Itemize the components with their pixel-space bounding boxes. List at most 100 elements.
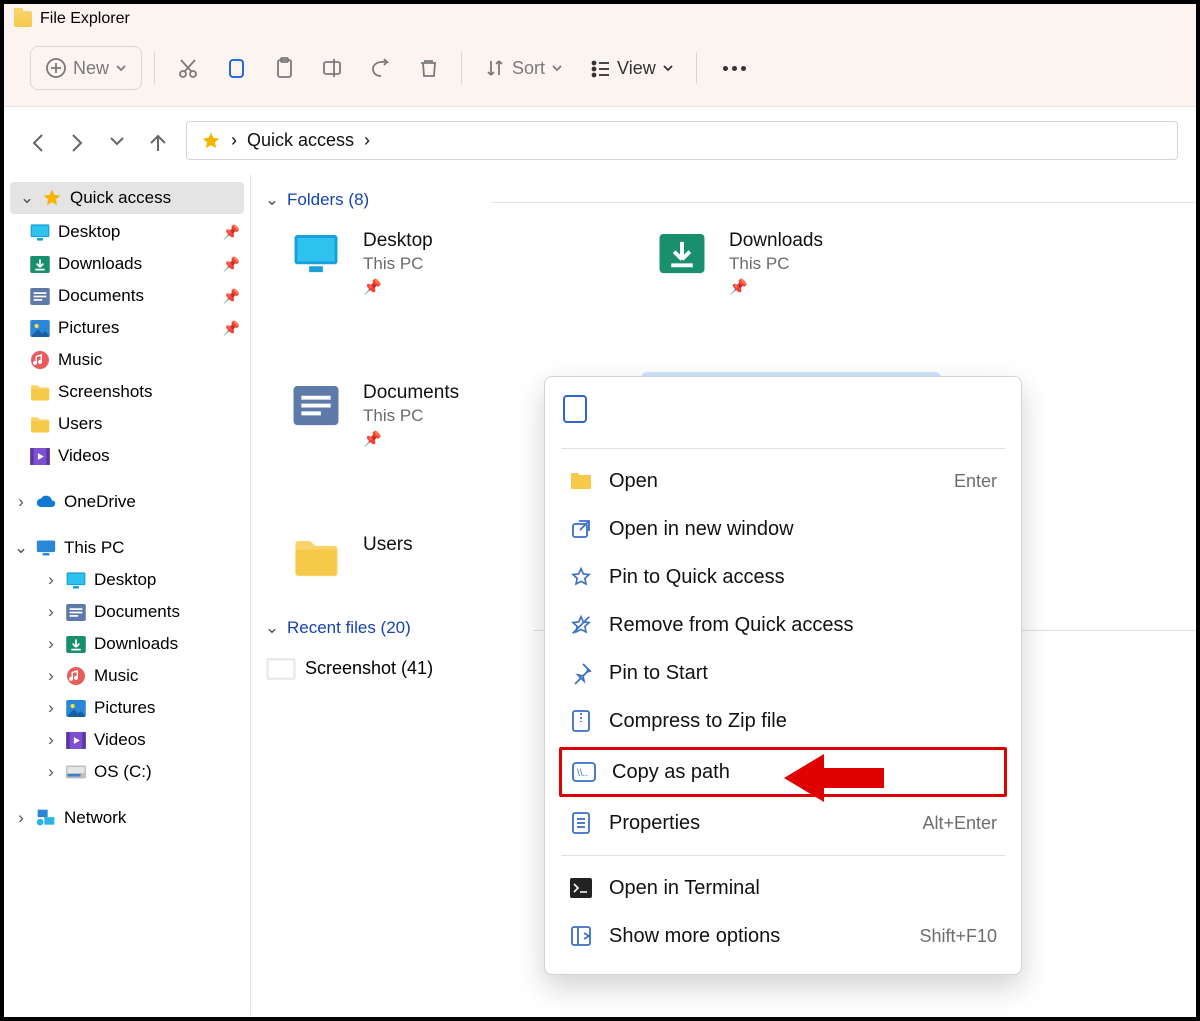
path-icon: \\..: [572, 760, 596, 784]
view-button[interactable]: View: [579, 49, 684, 87]
download-icon: [653, 230, 711, 278]
folder-location: This PC: [363, 254, 433, 274]
toolbar: New Sort View: [4, 34, 1196, 107]
back-button[interactable]: [26, 130, 48, 152]
sidebar-item-pictures[interactable]: Pictures📌: [4, 312, 250, 344]
sidebar-label: Videos: [58, 446, 110, 466]
folder-tile-users[interactable]: Users: [275, 524, 575, 592]
more-button[interactable]: [709, 66, 760, 71]
paste-button[interactable]: [263, 49, 305, 87]
pin-icon: 📌: [223, 256, 240, 273]
copy-button[interactable]: [215, 49, 257, 87]
delete-button[interactable]: [407, 49, 449, 87]
nav-row: › Quick access ›: [4, 107, 1196, 174]
folder-tile-desktop[interactable]: DesktopThis PC📌: [275, 220, 575, 306]
rename-icon: [321, 57, 343, 79]
sidebar-item-downloads[interactable]: › Downloads: [4, 628, 250, 660]
recent-dropdown[interactable]: [106, 130, 128, 152]
chevron-right-icon: ›: [44, 634, 58, 654]
forward-button[interactable]: [66, 130, 88, 152]
videos-icon: [66, 730, 86, 750]
document-icon: [66, 602, 86, 622]
copy-icon[interactable]: [563, 395, 587, 423]
context-item-open-in-new-window[interactable]: Open in new window: [551, 505, 1015, 553]
share-button[interactable]: [359, 49, 401, 87]
context-item-pin-to-start[interactable]: Pin to Start: [551, 649, 1015, 697]
sidebar-item-documents[interactable]: Documents📌: [4, 280, 250, 312]
pin-icon: 📌: [223, 320, 240, 337]
plus-circle-icon: [45, 57, 67, 79]
chevron-down-icon: [115, 62, 127, 74]
sidebar-item-videos[interactable]: ›Videos: [4, 724, 250, 756]
sidebar-item-desktop[interactable]: Desktop📌: [4, 216, 250, 248]
chevron-right-icon: ›: [44, 666, 58, 686]
sidebar-item-music[interactable]: ›Music: [4, 660, 250, 692]
new-button[interactable]: New: [30, 46, 142, 90]
breadcrumb-item[interactable]: Quick access: [247, 130, 354, 151]
copy-icon: [225, 57, 247, 79]
context-item-pin-to-quick-access[interactable]: Pin to Quick access: [551, 553, 1015, 601]
up-button[interactable]: [146, 130, 168, 152]
properties-icon: [569, 811, 593, 835]
sidebar-item-downloads[interactable]: Downloads 📌: [4, 248, 250, 280]
folder-icon: [569, 469, 593, 493]
folder-tile-documents[interactable]: DocumentsThis PC📌: [275, 372, 575, 458]
sidebar-label: Downloads: [94, 634, 178, 654]
divider: [696, 52, 697, 84]
context-item-show-more-options[interactable]: Show more optionsShift+F10: [551, 912, 1015, 960]
sidebar-item-screenshots[interactable]: Screenshots: [4, 376, 250, 408]
sidebar-item-desktop[interactable]: ›Desktop: [4, 564, 250, 596]
context-item-remove-from-quick-access[interactable]: Remove from Quick access: [551, 601, 1015, 649]
folder-name: Desktop: [363, 230, 433, 252]
context-item-open[interactable]: OpenEnter: [551, 457, 1015, 505]
sidebar-item-documents[interactable]: ›Documents: [4, 596, 250, 628]
scissors-icon: [177, 57, 199, 79]
sidebar-item-os-c-[interactable]: ›OS (C:): [4, 756, 250, 788]
pin-icon: 📌: [363, 430, 459, 448]
sidebar-item-onedrive[interactable]: › OneDrive: [4, 486, 250, 518]
sidebar-item-network[interactable]: › Network: [4, 802, 250, 834]
context-menu: OpenEnterOpen in new windowPin to Quick …: [544, 376, 1022, 975]
recent-section-header[interactable]: ⌄ Recent files (20): [263, 612, 413, 648]
chevron-down-icon: ⌄: [265, 190, 279, 210]
context-item-copy-as-path[interactable]: \\..Copy as path: [562, 750, 1004, 794]
download-icon: [30, 254, 50, 274]
folders-section-header[interactable]: ⌄ Folders (8): [263, 184, 371, 220]
share-icon: [369, 57, 391, 79]
folder-tile-downloads[interactable]: DownloadsThis PC📌: [641, 220, 941, 306]
sidebar-item-this-pc[interactable]: ⌄ This PC: [4, 532, 250, 564]
sidebar-item-music[interactable]: Music: [4, 344, 250, 376]
section-label: Folders (8): [287, 190, 369, 210]
app-title: File Explorer: [40, 10, 130, 28]
more-icon: [569, 924, 593, 948]
arrow-left-icon: [28, 132, 46, 150]
cut-button[interactable]: [167, 49, 209, 87]
sidebar-label: Pictures: [94, 698, 155, 718]
context-item-compress-to-zip-file[interactable]: Compress to Zip file: [551, 697, 1015, 745]
folder-icon: [287, 534, 345, 582]
chevron-down-icon: [662, 62, 674, 74]
folder-name: Documents: [363, 382, 459, 404]
sidebar-label: Downloads: [58, 254, 142, 274]
sidebar-item-users[interactable]: Users: [4, 408, 250, 440]
chevron-down-icon: ⌄: [20, 188, 34, 208]
address-bar[interactable]: › Quick access ›: [186, 121, 1178, 160]
drive-icon: [66, 762, 86, 782]
sidebar-label: This PC: [64, 538, 124, 558]
context-item-open-in-terminal[interactable]: Open in Terminal: [551, 864, 1015, 912]
shortcut-label: Enter: [954, 471, 997, 492]
folder-location: This PC: [729, 254, 823, 274]
context-item-label: Remove from Quick access: [609, 614, 854, 637]
context-item-properties[interactable]: PropertiesAlt+Enter: [551, 799, 1015, 847]
sidebar-item-quick-access[interactable]: ⌄ Quick access: [10, 182, 244, 214]
shortcut-label: Shift+F10: [919, 926, 997, 947]
sidebar-item-videos[interactable]: Videos: [4, 440, 250, 472]
sidebar-label: Desktop: [58, 222, 120, 242]
rename-button[interactable]: [311, 49, 353, 87]
sidebar-item-pictures[interactable]: ›Pictures: [4, 692, 250, 724]
star-off-icon: [569, 613, 593, 637]
file-name: Screenshot (41): [305, 658, 433, 679]
music-icon: [30, 350, 50, 370]
star-icon: [42, 188, 62, 208]
sort-button[interactable]: Sort: [474, 49, 573, 87]
